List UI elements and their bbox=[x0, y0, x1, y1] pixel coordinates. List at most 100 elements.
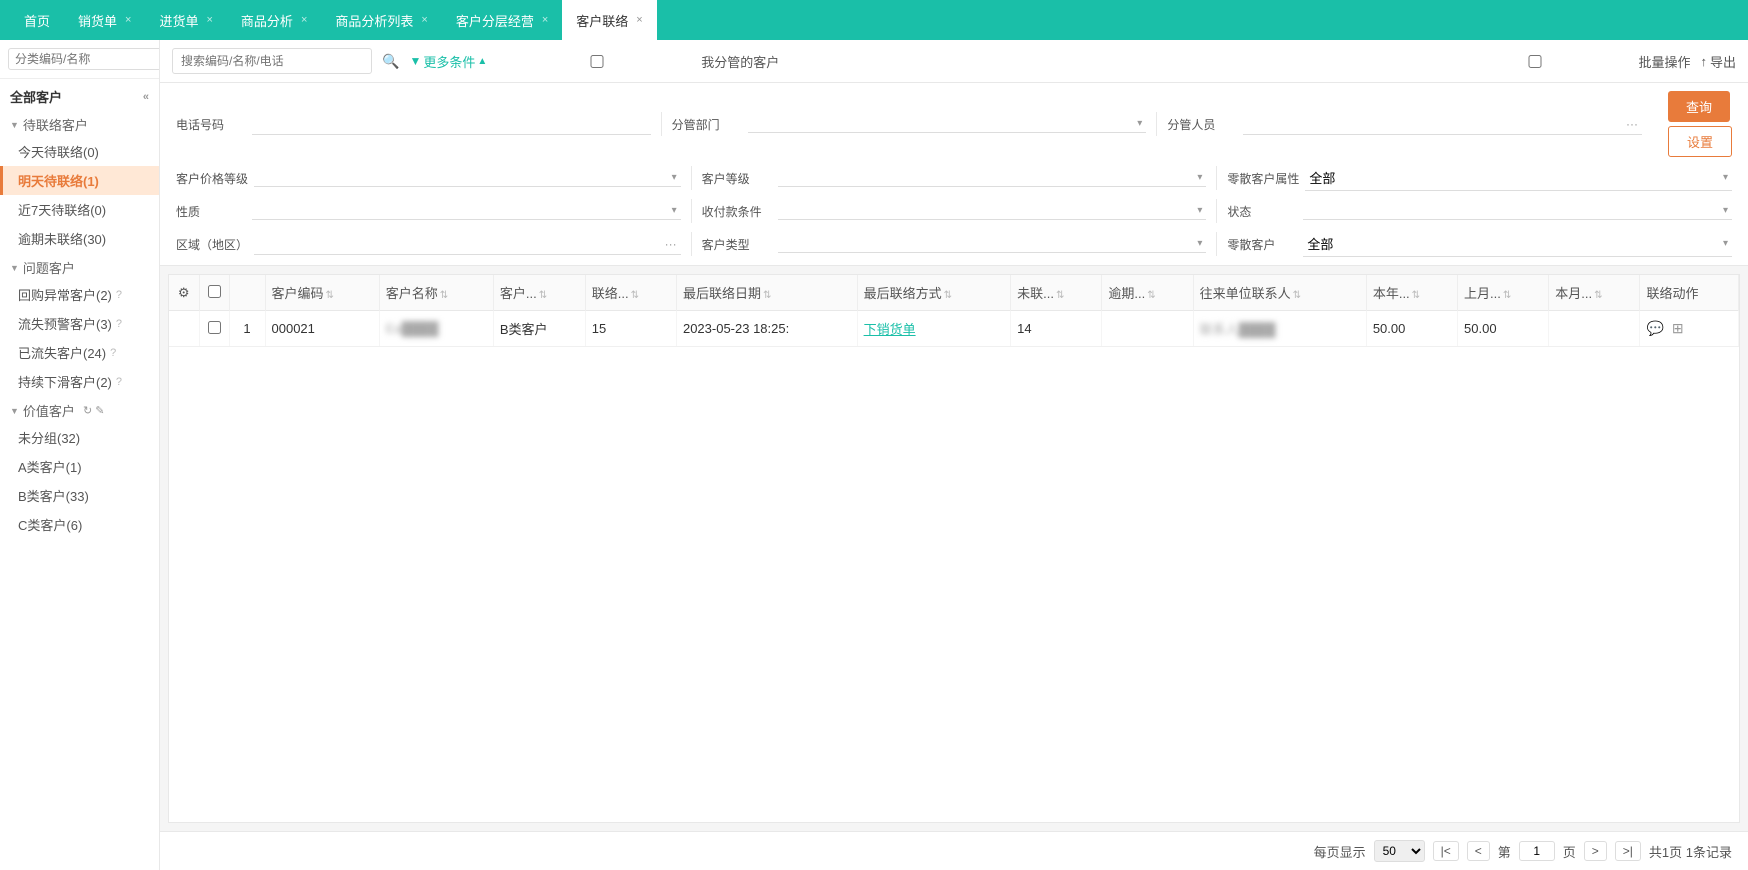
price-grade-arrow-icon: ▾ bbox=[672, 172, 677, 183]
filter-panel: 电话号码 分管部门 ▾ 分管人员 ··· bbox=[160, 83, 1748, 266]
nav-product-analysis[interactable]: 商品分析 × bbox=[227, 0, 321, 40]
grid-action-icon[interactable]: ⊞ bbox=[1672, 320, 1684, 337]
sidebar-item-overdue[interactable]: 逾期未联络(30) bbox=[0, 224, 159, 253]
nav-customer-tier[interactable]: 客户分层经营 × bbox=[442, 0, 562, 40]
sidebar-item-class-a[interactable]: A类客户(1) bbox=[0, 452, 159, 481]
table-area: ⚙ 客户编码⇅ 客户名称⇅ 客户...⇅ bbox=[168, 274, 1740, 823]
manager-select[interactable]: ··· bbox=[1243, 114, 1642, 135]
divider-8 bbox=[1216, 232, 1217, 256]
row-actions: 💬 ⊞ bbox=[1640, 311, 1739, 347]
export-icon: ↑ bbox=[1700, 54, 1707, 69]
sidebar-item-tomorrow[interactable]: 明天待联络(1) bbox=[0, 166, 159, 195]
row-last-contact-date: 2023-05-23 18:25: bbox=[676, 311, 857, 347]
retail-attr-select[interactable]: 全部 ▾ bbox=[1305, 165, 1732, 191]
sidebar-item-declining[interactable]: 持续下滑客户(2) ? bbox=[0, 367, 159, 396]
customer-grade-select[interactable]: ▾ bbox=[778, 169, 1207, 187]
phone-input[interactable] bbox=[252, 114, 651, 135]
nature-select[interactable]: ▾ bbox=[252, 202, 681, 220]
table-row: 1 000021 Ea████ B类客户 15 2023-05-23 18:25… bbox=[169, 311, 1739, 347]
my-customer-checkbox[interactable]: 我分管的客户 bbox=[497, 52, 779, 71]
sidebar-item-ungrouped[interactable]: 未分组(32) bbox=[0, 423, 159, 452]
sidebar-item-class-c[interactable]: C类客户(6) bbox=[0, 510, 159, 539]
row-unlink-days: 14 bbox=[1011, 311, 1102, 347]
nav-product-analysis-list[interactable]: 商品分析列表 × bbox=[321, 0, 441, 40]
col-action-header: 联络动作 bbox=[1640, 275, 1739, 311]
row-last-contact-method[interactable]: 下销货单 bbox=[857, 311, 1011, 347]
group-problem-customers[interactable]: 问题客户 bbox=[0, 253, 159, 280]
row-gear bbox=[169, 311, 199, 347]
filter-nature: 性质 ▾ bbox=[176, 202, 681, 220]
content-area: 🔍 ▼ 更多条件 ▲ 我分管的客户 批量操作 ↑ 导出 bbox=[160, 40, 1748, 870]
status-select[interactable]: ▾ bbox=[1303, 202, 1732, 220]
search-input[interactable] bbox=[172, 48, 372, 74]
filter-row-2: 客户价格等级 ▾ 客户等级 ▾ 零散客户属性 bbox=[176, 165, 1732, 191]
dept-select[interactable]: ▾ bbox=[748, 115, 1147, 133]
sidebar-search-input[interactable] bbox=[8, 48, 160, 70]
region-select[interactable]: ··· bbox=[254, 234, 681, 255]
sidebar-item-today[interactable]: 今天待联络(0) bbox=[0, 137, 159, 166]
retail-attr-arrow-icon: ▾ bbox=[1723, 172, 1728, 183]
divider-3 bbox=[691, 166, 692, 190]
sidebar-item-7days[interactable]: 近7天待联络(0) bbox=[0, 195, 159, 224]
set-button[interactable]: 设置 bbox=[1668, 126, 1732, 157]
more-conditions-btn[interactable]: ▼ 更多条件 ▲ bbox=[409, 52, 487, 71]
divider-5 bbox=[691, 199, 692, 223]
customer-type-select[interactable]: ▾ bbox=[778, 235, 1207, 253]
sidebar-item-repurchase-abnormal[interactable]: 回购异常客户(2) ? bbox=[0, 280, 159, 309]
close-customer-contact-icon[interactable]: × bbox=[636, 14, 642, 26]
page-number-input[interactable] bbox=[1519, 841, 1555, 861]
action-buttons: 查询 设置 bbox=[1668, 91, 1732, 157]
close-purchase-order-icon[interactable]: × bbox=[206, 14, 212, 26]
group-value-customers[interactable]: 价值客户 ↻ ✎ bbox=[0, 396, 159, 423]
next-page-btn[interactable]: > bbox=[1584, 841, 1607, 861]
close-customer-tier-icon[interactable]: × bbox=[542, 14, 548, 26]
nav-sales-order[interactable]: 销货单 × bbox=[64, 0, 145, 40]
sidebar-item-class-b[interactable]: B类客户(33) bbox=[0, 481, 159, 510]
nav-purchase-order[interactable]: 进货单 × bbox=[145, 0, 226, 40]
nav-customer-contact[interactable]: 客户联络 × bbox=[562, 0, 656, 40]
batch-checkbox[interactable] bbox=[1435, 55, 1635, 68]
filter-retail-customer: 零散客户 全部 ▾ bbox=[1227, 231, 1732, 257]
price-grade-select[interactable]: ▾ bbox=[254, 169, 681, 187]
divider-4 bbox=[1216, 166, 1217, 190]
row-checkbox[interactable] bbox=[208, 321, 221, 334]
row-no: 1 bbox=[229, 311, 265, 347]
per-page-select[interactable]: 50 100 200 bbox=[1374, 840, 1425, 862]
col-name-header: 客户名称⇅ bbox=[379, 275, 493, 311]
region-dots-icon: ··· bbox=[665, 237, 677, 251]
prev-page-btn[interactable]: < bbox=[1467, 841, 1490, 861]
all-customers-header[interactable]: 全部客户 « bbox=[0, 79, 159, 110]
comment-action-icon[interactable]: 💬 bbox=[1646, 320, 1663, 337]
payment-arrow-icon: ▾ bbox=[1197, 205, 1202, 216]
payment-select[interactable]: ▾ bbox=[778, 202, 1207, 220]
filter-manager: 分管人员 ··· bbox=[1167, 114, 1642, 135]
col-settings[interactable]: ⚙ bbox=[169, 275, 199, 311]
select-all-checkbox[interactable] bbox=[208, 285, 221, 298]
export-btn[interactable]: ↑ 导出 bbox=[1700, 52, 1736, 71]
sidebar-item-churned[interactable]: 已流失客户(24) ? bbox=[0, 338, 159, 367]
row-name: Ea████ bbox=[379, 311, 493, 347]
group-pending-contact[interactable]: 待联络客户 bbox=[0, 110, 159, 137]
sidebar-item-churn-warning[interactable]: 流失预警客户(3) ? bbox=[0, 309, 159, 338]
close-sales-order-icon[interactable]: × bbox=[125, 14, 131, 26]
last-page-btn[interactable]: >| bbox=[1615, 841, 1641, 861]
close-product-analysis-icon[interactable]: × bbox=[301, 14, 307, 26]
batch-op-btn[interactable]: 批量操作 bbox=[1435, 52, 1690, 71]
divider-6 bbox=[1216, 199, 1217, 223]
retail-customer-select[interactable]: 全部 ▾ bbox=[1303, 231, 1732, 257]
close-product-list-icon[interactable]: × bbox=[421, 14, 427, 26]
filter-region: 区域（地区） ··· bbox=[176, 234, 681, 255]
hint-icon-2: ? bbox=[116, 318, 122, 330]
first-page-btn[interactable]: |< bbox=[1433, 841, 1459, 861]
my-customer-check[interactable] bbox=[497, 55, 697, 68]
col-checkbox bbox=[199, 275, 229, 311]
query-button[interactable]: 查询 bbox=[1668, 91, 1730, 122]
row-check[interactable] bbox=[199, 311, 229, 347]
filter-customer-type: 客户类型 ▾ bbox=[702, 235, 1207, 253]
col-type-header: 客户...⇅ bbox=[493, 275, 585, 311]
nav-home[interactable]: 首页 bbox=[10, 0, 64, 40]
col-this-year-header: 本年...⇅ bbox=[1366, 275, 1457, 311]
search-submit-icon[interactable]: 🔍 bbox=[382, 53, 399, 70]
divider-7 bbox=[691, 232, 692, 256]
top-nav: 首页 销货单 × 进货单 × 商品分析 × 商品分析列表 × 客户分层经营 × … bbox=[0, 0, 1748, 40]
